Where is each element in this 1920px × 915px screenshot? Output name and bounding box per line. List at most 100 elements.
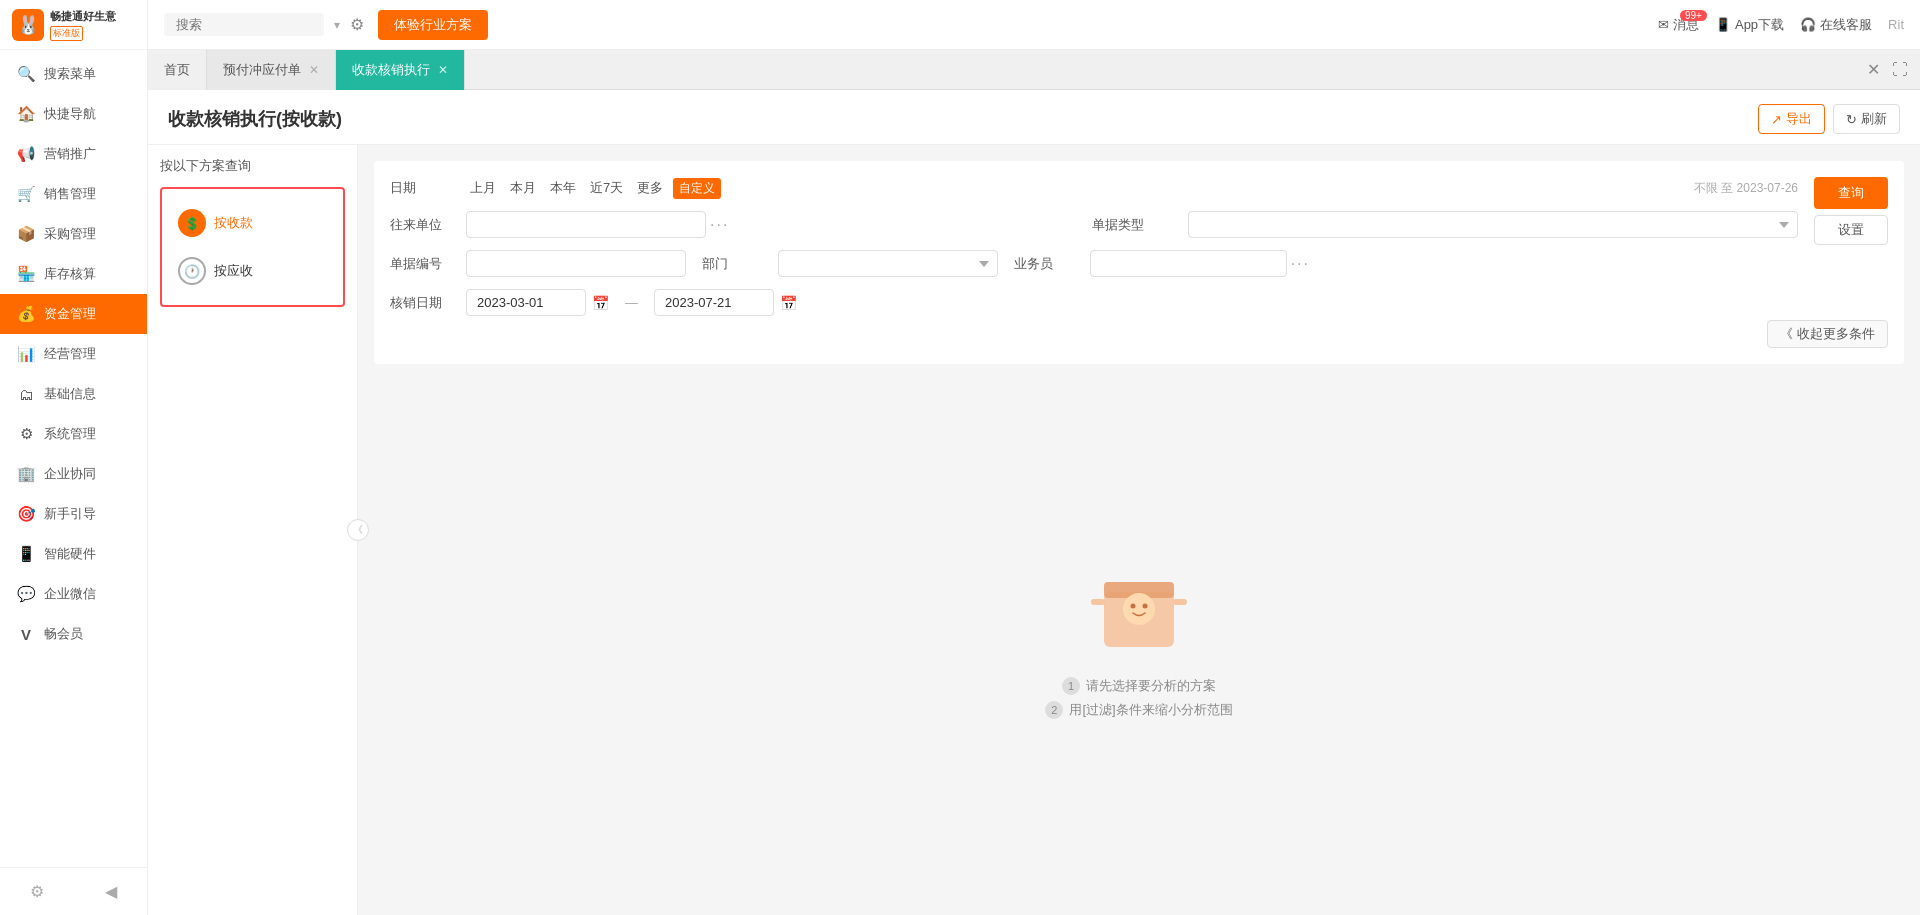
- filter-area: 日期 上月 本月 本年 近7天 更多 自定义 不限 至 2023-07-26: [374, 161, 1904, 364]
- sidebar-item-business[interactable]: 📊 经营管理: [0, 334, 147, 374]
- empty-illustration: [1079, 557, 1199, 657]
- salesperson-input[interactable]: [1090, 250, 1287, 277]
- counterpart-input[interactable]: [466, 211, 706, 238]
- logo-text-group: 畅捷通好生意 标准版: [50, 9, 116, 41]
- query-button[interactable]: 查询: [1814, 177, 1888, 209]
- verify-date-start-input[interactable]: [466, 289, 586, 316]
- counterpart-label: 往来单位: [390, 216, 450, 234]
- verify-date-end-input[interactable]: [654, 289, 774, 316]
- date-custom[interactable]: 自定义: [673, 178, 721, 199]
- sidebar-item-guide[interactable]: 🎯 新手引导: [0, 494, 147, 534]
- export-button[interactable]: ↗ 导出: [1758, 104, 1825, 134]
- date-this-month[interactable]: 本月: [506, 177, 540, 199]
- sidebar-item-purchase[interactable]: 📦 采购管理: [0, 214, 147, 254]
- svg-point-2: [1123, 593, 1155, 625]
- sidebar-item-enterprise[interactable]: 🏢 企业协同: [0, 454, 147, 494]
- doc-type-select[interactable]: [1188, 211, 1798, 238]
- tab-home[interactable]: 首页: [148, 50, 207, 90]
- topbar-msg[interactable]: ✉ 消息 99+: [1658, 16, 1699, 34]
- tab-receivable[interactable]: 收款核销执行 ✕: [336, 50, 465, 90]
- left-panel-collapse-btn[interactable]: 《: [347, 519, 369, 541]
- enterprise-icon: 🏢: [16, 464, 36, 484]
- date-this-year[interactable]: 本年: [546, 177, 580, 199]
- counterpart-more-icon[interactable]: ···: [710, 216, 729, 234]
- sidebar-item-inventory[interactable]: 🏪 库存核算: [0, 254, 147, 294]
- date-last-month[interactable]: 上月: [466, 177, 500, 199]
- left-panel-title: 按以下方案查询: [160, 157, 345, 175]
- sidebar-item-quick-nav[interactable]: 🏠 快捷导航: [0, 94, 147, 134]
- svg-point-4: [1143, 603, 1148, 608]
- sidebar-settings-btn[interactable]: ⚙: [22, 878, 52, 905]
- tab-receivable-close[interactable]: ✕: [438, 63, 448, 77]
- date-more[interactable]: 更多: [633, 177, 667, 199]
- topbar-user[interactable]: Rit: [1888, 17, 1904, 32]
- main-content: ▾ ⚙ 体验行业方案 ✉ 消息 99+ 📱 App下载 🎧 在线客服 Rit: [148, 0, 1920, 915]
- logo-icon: 🐰: [12, 9, 44, 41]
- salesperson-more-icon[interactable]: ···: [1291, 255, 1310, 273]
- sidebar-item-wechat[interactable]: 💬 企业微信: [0, 574, 147, 614]
- verify-date-end-calendar-icon[interactable]: 📅: [780, 295, 797, 311]
- right-panel: 日期 上月 本月 本年 近7天 更多 自定义 不限 至 2023-07-26: [358, 145, 1920, 915]
- inventory-icon: 🏪: [16, 264, 36, 284]
- topbar: ▾ ⚙ 体验行业方案 ✉ 消息 99+ 📱 App下载 🎧 在线客服 Rit: [148, 0, 1920, 50]
- verify-date-start-wrap: 📅: [466, 289, 609, 316]
- doc-no-input[interactable]: [466, 250, 686, 277]
- department-select[interactable]: [778, 250, 998, 277]
- topbar-app-download[interactable]: 📱 App下载: [1715, 16, 1784, 34]
- topbar-search-input[interactable]: [164, 13, 324, 36]
- receipt-icon: 💲: [178, 209, 206, 237]
- svg-point-3: [1131, 603, 1136, 608]
- collapse-more-area: 《 收起更多条件: [390, 320, 1888, 348]
- topbar-gear-icon[interactable]: ⚙: [350, 15, 364, 34]
- settings-button[interactable]: 设置: [1814, 215, 1888, 245]
- sidebar-item-base-info[interactable]: 🗂 基础信息: [0, 374, 147, 414]
- date-7days[interactable]: 近7天: [586, 177, 627, 199]
- marketing-icon: 📢: [16, 144, 36, 164]
- filter-main-area: 日期 上月 本月 本年 近7天 更多 自定义 不限 至 2023-07-26: [390, 177, 1798, 316]
- sidebar-collapse-btn[interactable]: ◀: [97, 878, 125, 905]
- member-icon: V: [16, 624, 36, 644]
- logo-badge: 标准版: [50, 26, 83, 41]
- sidebar-item-smart[interactable]: 📱 智能硬件: [0, 534, 147, 574]
- sidebar-menu: 🔍 搜索菜单 🏠 快捷导航 📢 营销推广 🛒 销售管理 📦 采购管理 🏪 库存核…: [0, 50, 147, 867]
- empty-num-2: 2: [1045, 701, 1063, 719]
- content-body: 按以下方案查询 💲 按收款 🕐 按应收 《: [148, 145, 1920, 915]
- wechat-icon: 💬: [16, 584, 36, 604]
- topbar-right: ✉ 消息 99+ 📱 App下载 🎧 在线客服 Rit: [1658, 16, 1904, 34]
- refresh-icon: ↻: [1846, 112, 1857, 127]
- tab-prepay[interactable]: 预付冲应付单 ✕: [207, 50, 336, 90]
- finance-icon: 💰: [16, 304, 36, 324]
- department-label: 部门: [702, 255, 762, 273]
- sidebar-item-member[interactable]: V 畅会员: [0, 614, 147, 654]
- search-icon: 🔍: [16, 64, 36, 84]
- filter-counterpart-row: 往来单位 ··· 单据类型: [390, 211, 1798, 238]
- tab-close-all-icon[interactable]: ✕: [1863, 56, 1884, 83]
- page-title: 收款核销执行(按收款): [168, 107, 342, 131]
- left-panel: 按以下方案查询 💲 按收款 🕐 按应收 《: [148, 145, 358, 915]
- export-icon: ↗: [1771, 112, 1782, 127]
- sidebar-item-sales[interactable]: 🛒 销售管理: [0, 174, 147, 214]
- date-range-hint: 不限 至 2023-07-26: [1694, 180, 1798, 197]
- sidebar-item-finance[interactable]: 💰 资金管理: [0, 294, 147, 334]
- verify-date-start-calendar-icon[interactable]: 📅: [592, 295, 609, 311]
- receivable-icon: 🕐: [178, 257, 206, 285]
- tab-prepay-close[interactable]: ✕: [309, 63, 319, 77]
- date-shortcuts: 上月 本月 本年 近7天 更多 自定义: [466, 177, 1678, 199]
- sidebar-item-search[interactable]: 🔍 搜索菜单: [0, 54, 147, 94]
- purchase-icon: 📦: [16, 224, 36, 244]
- sales-icon: 🛒: [16, 184, 36, 204]
- sidebar-item-marketing[interactable]: 📢 营销推广: [0, 134, 147, 174]
- solution-button[interactable]: 体验行业方案: [378, 10, 488, 40]
- topbar-service[interactable]: 🎧 在线客服: [1800, 16, 1872, 34]
- content-area: 收款核销执行(按收款) ↗ 导出 ↻ 刷新 按以下方案查询 💲: [148, 90, 1920, 915]
- left-panel-item-receivable[interactable]: 🕐 按应收: [162, 247, 343, 295]
- tab-bar: 首页 预付冲应付单 ✕ 收款核销执行 ✕ ✕ ⛶: [148, 50, 1920, 90]
- salesperson-label: 业务员: [1014, 255, 1074, 273]
- sidebar-item-system[interactable]: ⚙ 系统管理: [0, 414, 147, 454]
- collapse-more-btn[interactable]: 《 收起更多条件: [1767, 320, 1888, 348]
- topbar-chevron-icon[interactable]: ▾: [334, 18, 340, 32]
- left-panel-item-receipt[interactable]: 💲 按收款: [162, 199, 343, 247]
- refresh-button[interactable]: ↻ 刷新: [1833, 104, 1900, 134]
- tab-expand-icon[interactable]: ⛶: [1888, 57, 1912, 83]
- filter-date-row: 日期 上月 本月 本年 近7天 更多 自定义 不限 至 2023-07-26: [390, 177, 1798, 199]
